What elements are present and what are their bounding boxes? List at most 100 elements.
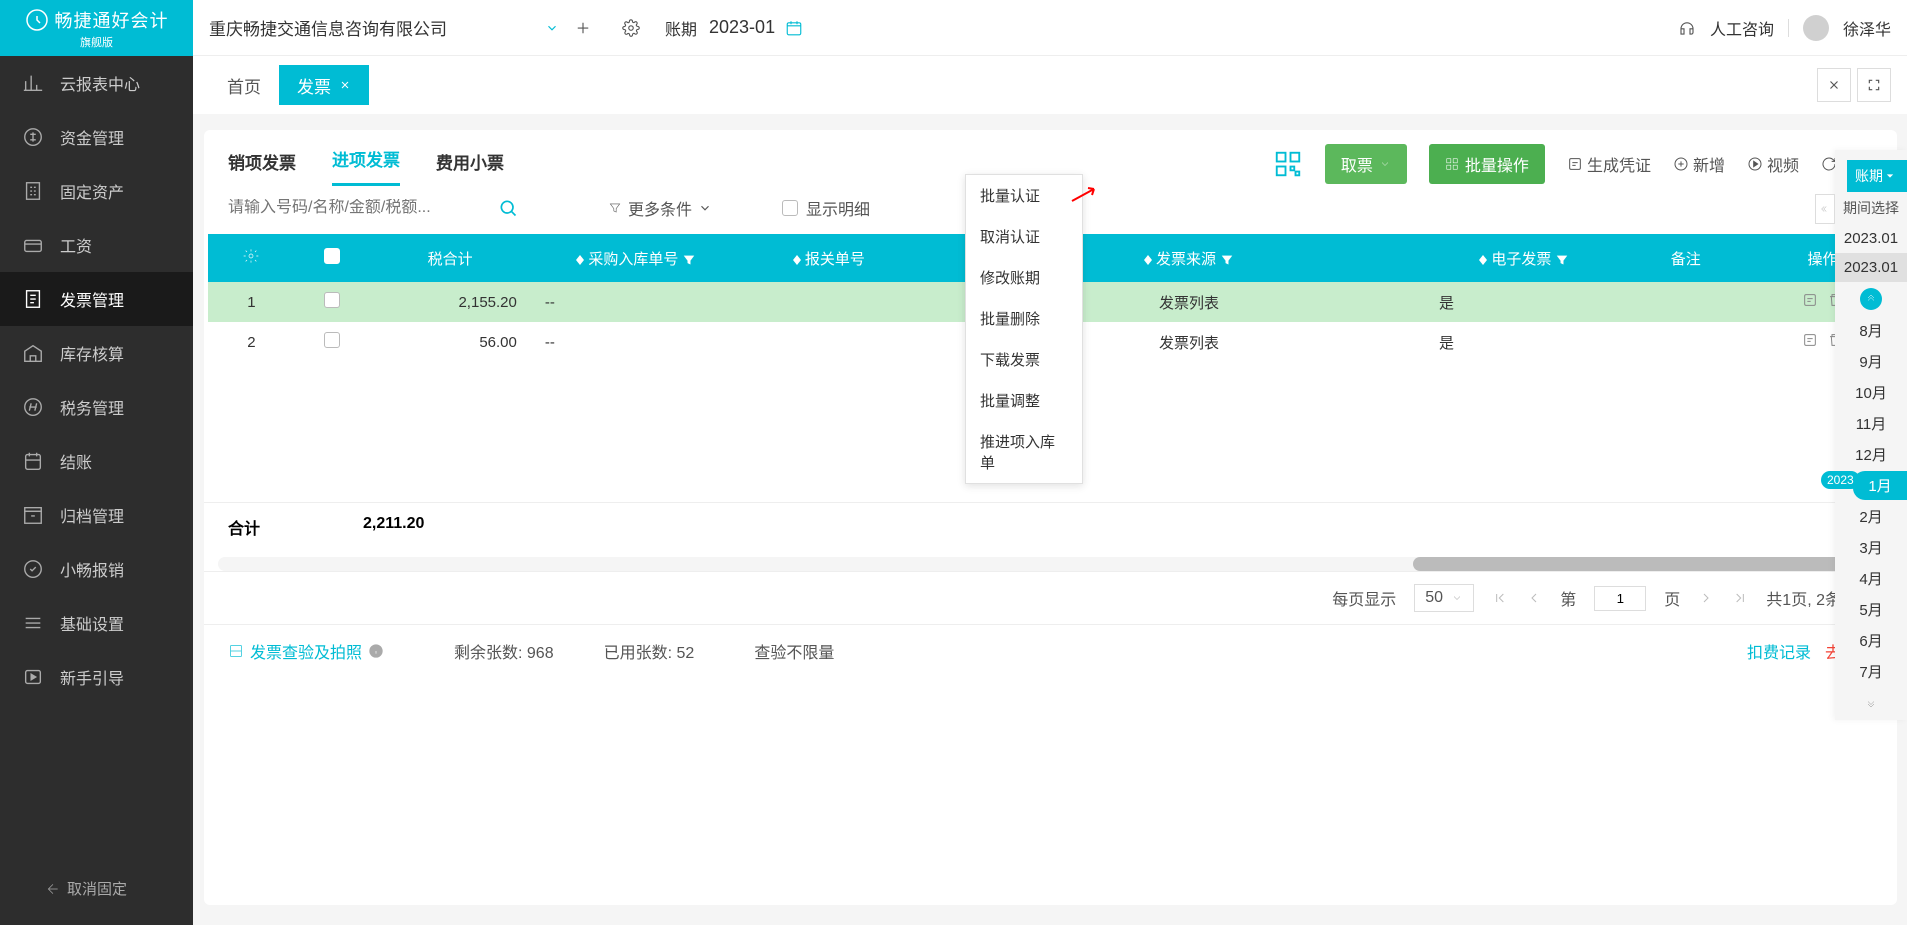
- cost-record-link[interactable]: 扣费记录: [1747, 639, 1811, 663]
- content-tab-1[interactable]: 进项发票: [332, 146, 400, 186]
- content-tab-2[interactable]: 费用小票: [436, 149, 504, 186]
- info-icon[interactable]: [368, 643, 384, 659]
- col-header-8[interactable]: 电子发票: [1425, 234, 1624, 282]
- edition-label: 旗舰版: [80, 34, 113, 50]
- search-input[interactable]: [228, 199, 468, 217]
- scroll-thumb[interactable]: [1413, 557, 1883, 571]
- sidebar-item-9[interactable]: 小畅报销: [0, 542, 193, 596]
- company-selector[interactable]: 重庆畅捷交通信息咨询有限公司: [209, 15, 559, 40]
- scroll-down[interactable]: [1860, 692, 1882, 714]
- content-tab-0[interactable]: 销项发票: [228, 149, 296, 186]
- video-link[interactable]: 视频: [1747, 152, 1799, 176]
- scroll-up[interactable]: [1860, 288, 1882, 310]
- perpage-select[interactable]: 50: [1414, 584, 1474, 612]
- col-header-3[interactable]: 采购入库单号: [531, 234, 742, 282]
- horizontal-scrollbar[interactable]: [218, 557, 1883, 571]
- chevrons-up-icon: [1865, 293, 1877, 305]
- play-icon: [1747, 156, 1763, 172]
- sidebar-item-6[interactable]: 税务管理: [0, 380, 193, 434]
- add-link[interactable]: 新增: [1673, 152, 1725, 176]
- last-page-icon[interactable]: [1732, 590, 1748, 606]
- sidebar-item-0[interactable]: 云报表中心: [0, 56, 193, 110]
- sidebar-item-3[interactable]: 工资: [0, 218, 193, 272]
- gear-icon[interactable]: [243, 248, 259, 264]
- voucher-button[interactable]: 生成凭证: [1567, 152, 1651, 176]
- settings-button[interactable]: [613, 10, 649, 46]
- sidebar-item-10[interactable]: 基础设置: [0, 596, 193, 650]
- fullscreen-button[interactable]: [1857, 68, 1891, 102]
- consult-link[interactable]: 人工咨询: [1710, 16, 1774, 40]
- select-all-checkbox[interactable]: [324, 248, 340, 264]
- next-page-icon[interactable]: [1698, 590, 1714, 606]
- col-header-9[interactable]: 备注: [1624, 234, 1748, 282]
- sidebar-item-5[interactable]: 库存核算: [0, 326, 193, 380]
- sidebar-item-label: 资金管理: [60, 125, 124, 149]
- calendar-icon[interactable]: [785, 19, 803, 37]
- dropdown-item-1[interactable]: 取消认证: [966, 216, 1082, 257]
- period-opt-0[interactable]: 2023.01: [1835, 224, 1907, 253]
- qrcode-icon[interactable]: [1273, 149, 1303, 179]
- close-icon[interactable]: [339, 79, 351, 91]
- page-tabs: 首页发票: [193, 56, 1907, 114]
- add-button[interactable]: [565, 10, 601, 46]
- show-detail-toggle[interactable]: 显示明细: [782, 196, 870, 220]
- unpin-button[interactable]: 取消固定: [45, 878, 127, 899]
- first-page-icon[interactable]: [1492, 590, 1508, 606]
- month-8[interactable]: 4月: [1835, 564, 1907, 593]
- col-header-1[interactable]: [295, 234, 370, 282]
- sidebar-item-2[interactable]: 固定资产: [0, 164, 193, 218]
- month-7[interactable]: 3月: [1835, 533, 1907, 562]
- archive-icon: [22, 504, 44, 526]
- panel-expand[interactable]: [1815, 194, 1835, 224]
- col-header-0[interactable]: [208, 234, 295, 282]
- more-conditions[interactable]: 更多条件: [608, 196, 712, 220]
- row-checkbox[interactable]: [324, 292, 340, 308]
- search-icon[interactable]: [498, 198, 518, 218]
- dropdown-item-6[interactable]: 推进项入库单: [966, 421, 1082, 483]
- dropdown-item-3[interactable]: 批量删除: [966, 298, 1082, 339]
- sidebar-item-label: 工资: [60, 233, 92, 257]
- batch-button[interactable]: 批量操作: [1429, 144, 1545, 184]
- fetch-button[interactable]: 取票: [1325, 144, 1407, 184]
- close-tab-button[interactable]: [1817, 68, 1851, 102]
- month-4[interactable]: 12月: [1835, 440, 1907, 469]
- sidebar-item-11[interactable]: 新手引导: [0, 650, 193, 704]
- row-checkbox[interactable]: [324, 332, 340, 348]
- chevrons-left-icon: [1820, 204, 1830, 214]
- month-10[interactable]: 6月: [1835, 626, 1907, 655]
- company-name: 重庆畅捷交通信息咨询有限公司: [209, 15, 447, 40]
- tab-0[interactable]: 首页: [209, 65, 279, 105]
- dropdown-item-0[interactable]: 批量认证: [966, 175, 1082, 216]
- period-opt-1[interactable]: 2023.01: [1835, 253, 1907, 282]
- col-header-4[interactable]: 报关单号: [742, 234, 916, 282]
- sidebar-item-1[interactable]: 资金管理: [0, 110, 193, 164]
- dropdown-item-4[interactable]: 下载发票: [966, 339, 1082, 380]
- sidebar-item-label: 固定资产: [60, 179, 124, 203]
- month-11[interactable]: 7月: [1835, 657, 1907, 686]
- col-header-2[interactable]: 税合计: [369, 234, 530, 282]
- month-6[interactable]: 2月: [1835, 502, 1907, 531]
- chevron-down-icon: [1379, 158, 1391, 170]
- month-5[interactable]: 20231月: [1853, 471, 1907, 500]
- view-icon[interactable]: [1802, 332, 1818, 348]
- page-input[interactable]: [1594, 586, 1646, 611]
- sidebar-item-8[interactable]: 归档管理: [0, 488, 193, 542]
- checkbox[interactable]: [782, 200, 798, 216]
- month-0[interactable]: 8月: [1835, 316, 1907, 345]
- avatar[interactable]: [1803, 15, 1829, 41]
- tab-1[interactable]: 发票: [279, 65, 369, 105]
- period-btn[interactable]: 账期: [1847, 160, 1907, 192]
- dropdown-item-2[interactable]: 修改账期: [966, 257, 1082, 298]
- prev-page-icon[interactable]: [1526, 590, 1542, 606]
- view-icon[interactable]: [1802, 292, 1818, 308]
- col-header-7[interactable]: [1288, 234, 1425, 282]
- sidebar-item-7[interactable]: 结账: [0, 434, 193, 488]
- month-2[interactable]: 10月: [1835, 378, 1907, 407]
- sidebar-item-4[interactable]: 发票管理: [0, 272, 193, 326]
- month-1[interactable]: 9月: [1835, 347, 1907, 376]
- month-3[interactable]: 11月: [1835, 409, 1907, 438]
- col-header-6[interactable]: 发票来源: [1090, 234, 1289, 282]
- dropdown-item-5[interactable]: 批量调整: [966, 380, 1082, 421]
- month-9[interactable]: 5月: [1835, 595, 1907, 624]
- warehouse-icon: [22, 342, 44, 364]
